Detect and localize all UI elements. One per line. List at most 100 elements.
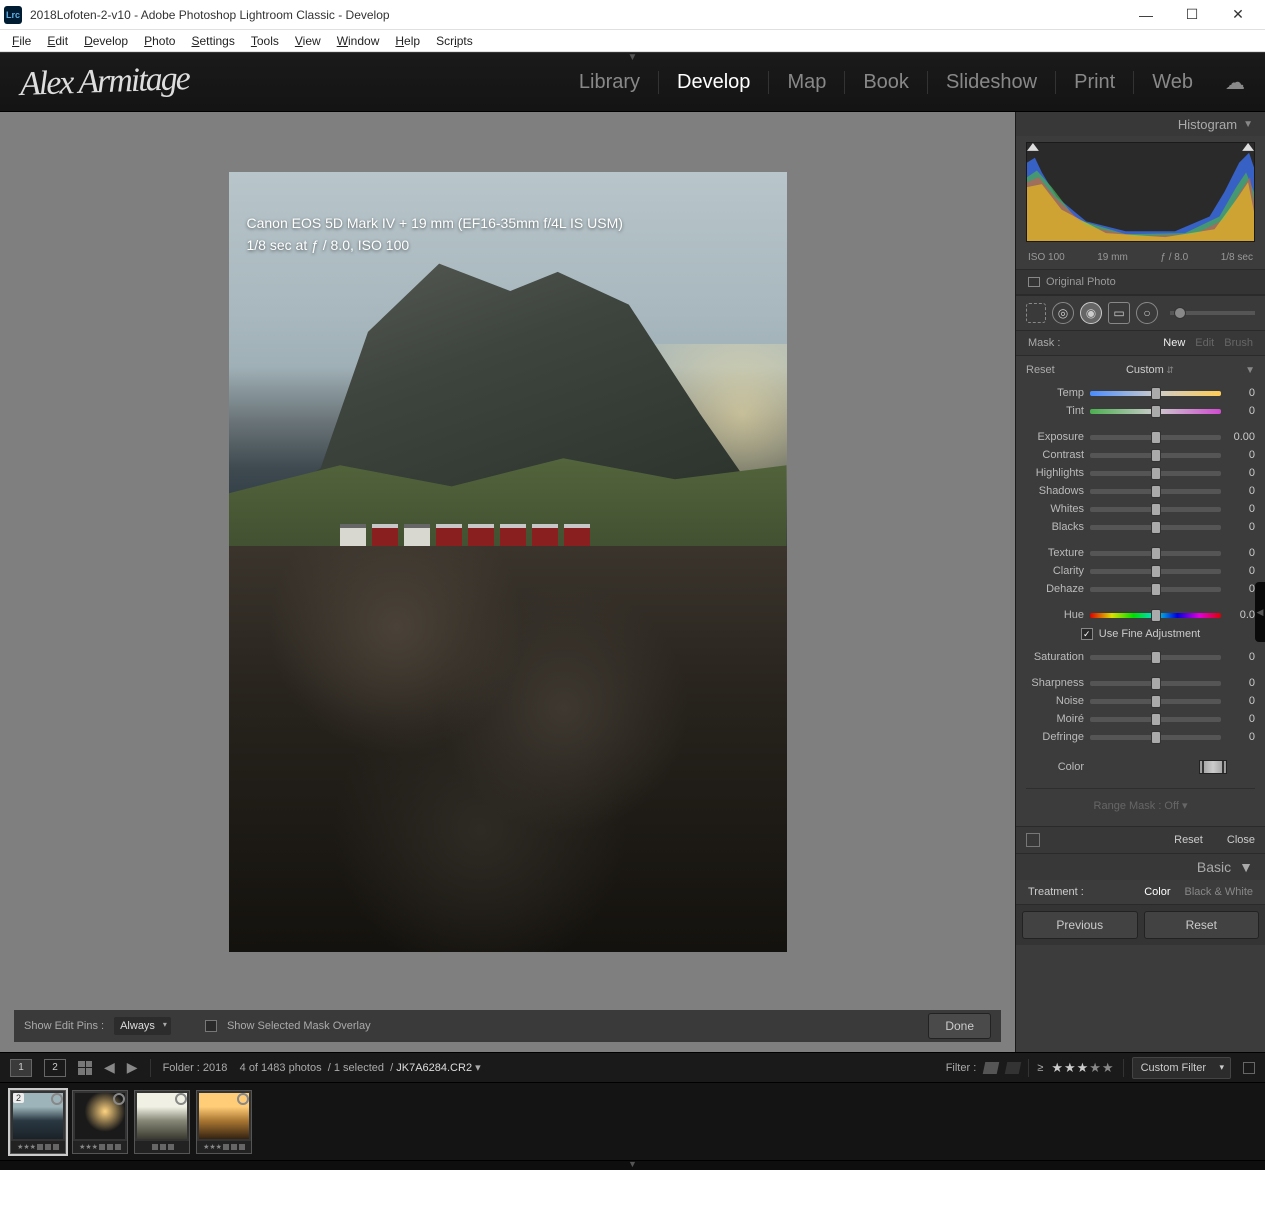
cloud-sync-icon[interactable]: ☁ bbox=[1225, 70, 1245, 95]
treatment-color-button[interactable]: Color bbox=[1144, 886, 1170, 898]
tool-amount-slider[interactable] bbox=[1170, 311, 1255, 315]
module-web[interactable]: Web bbox=[1134, 71, 1211, 94]
right-panel-collapse-icon[interactable]: ◀ bbox=[1255, 582, 1265, 642]
filmstrip-thumb[interactable]: ★★★ bbox=[72, 1090, 128, 1154]
slider-value[interactable]: 0 bbox=[1227, 387, 1255, 399]
slider-highlights[interactable]: Highlights0 bbox=[1026, 464, 1255, 482]
menu-settings[interactable]: Settings bbox=[183, 32, 242, 50]
slider-texture[interactable]: Texture0 bbox=[1026, 544, 1255, 562]
slider-value[interactable]: 0 bbox=[1227, 521, 1255, 533]
slider-track[interactable] bbox=[1090, 587, 1221, 592]
main-view-button[interactable]: 1 bbox=[10, 1059, 32, 1077]
mask-new-button[interactable]: New bbox=[1163, 337, 1185, 349]
slider-track[interactable] bbox=[1090, 717, 1221, 722]
effect-reset-label[interactable]: Reset bbox=[1026, 364, 1055, 376]
slider-saturation[interactable]: Saturation0 bbox=[1026, 648, 1255, 666]
module-book[interactable]: Book bbox=[845, 71, 928, 94]
graduated-filter-tool[interactable]: ▭ bbox=[1108, 302, 1130, 324]
histogram-header[interactable]: Histogram ▼ bbox=[1016, 112, 1265, 136]
show-edit-pins-select[interactable]: Always bbox=[114, 1017, 171, 1035]
menu-photo[interactable]: Photo bbox=[136, 32, 183, 50]
menu-edit[interactable]: Edit bbox=[39, 32, 76, 50]
menu-help[interactable]: Help bbox=[387, 32, 428, 50]
slider-track[interactable] bbox=[1090, 435, 1221, 440]
slider-exposure[interactable]: Exposure0.00 bbox=[1026, 428, 1255, 446]
menu-window[interactable]: Window bbox=[329, 32, 388, 50]
window-maximize-button[interactable]: ☐ bbox=[1169, 0, 1215, 30]
slider-shadows[interactable]: Shadows0 bbox=[1026, 482, 1255, 500]
slider-value[interactable]: 0 bbox=[1227, 713, 1255, 725]
slider-track[interactable] bbox=[1090, 681, 1221, 686]
nav-back-icon[interactable]: ◀ bbox=[104, 1059, 115, 1076]
slider-track[interactable] bbox=[1090, 699, 1221, 704]
done-button[interactable]: Done bbox=[928, 1013, 991, 1039]
menu-scripts[interactable]: Scripts bbox=[428, 32, 481, 50]
panel-reset-button[interactable]: Reset bbox=[1174, 834, 1203, 846]
slider-track[interactable] bbox=[1090, 655, 1221, 660]
slider-value[interactable]: 0 bbox=[1227, 677, 1255, 689]
slider-value[interactable]: 0 bbox=[1227, 449, 1255, 461]
slider-value[interactable]: 0 bbox=[1227, 485, 1255, 497]
slider-value[interactable]: 0 bbox=[1227, 583, 1255, 595]
slider-dehaze[interactable]: Dehaze0 bbox=[1026, 580, 1255, 598]
slider-value[interactable]: 0 bbox=[1227, 547, 1255, 559]
collapse-icon[interactable]: ▼ bbox=[1245, 365, 1255, 376]
panel-collapse-bottom[interactable] bbox=[0, 1160, 1265, 1170]
slider-track[interactable] bbox=[1090, 391, 1221, 396]
slider-clarity[interactable]: Clarity0 bbox=[1026, 562, 1255, 580]
previous-button[interactable]: Previous bbox=[1022, 911, 1138, 939]
effect-preset-select[interactable]: Custom bbox=[1118, 362, 1182, 378]
flag-reject-icon[interactable] bbox=[1005, 1062, 1022, 1074]
panel-close-button[interactable]: Close bbox=[1227, 834, 1255, 846]
filmstrip-thumb[interactable]: ★★★ bbox=[196, 1090, 252, 1154]
source-path[interactable]: Folder : 2018 4 of 1483 photos / 1 selec… bbox=[163, 1061, 481, 1074]
slider-value[interactable]: 0 bbox=[1227, 695, 1255, 707]
nav-forward-icon[interactable]: ▶ bbox=[127, 1059, 138, 1076]
window-close-button[interactable]: ✕ bbox=[1215, 0, 1261, 30]
rating-filter[interactable]: ★★★★★ bbox=[1051, 1060, 1114, 1076]
slider-tint[interactable]: Tint0 bbox=[1026, 402, 1255, 420]
module-develop[interactable]: Develop bbox=[659, 71, 769, 94]
treatment-bw-button[interactable]: Black & White bbox=[1185, 886, 1253, 898]
module-print[interactable]: Print bbox=[1056, 71, 1134, 94]
slider-track[interactable] bbox=[1090, 735, 1221, 740]
slider-track[interactable] bbox=[1090, 453, 1221, 458]
basic-panel-header[interactable]: Basic ▼ bbox=[1016, 854, 1265, 880]
slider-blacks[interactable]: Blacks0 bbox=[1026, 518, 1255, 536]
fine-adjustment-checkbox[interactable]: ✓ bbox=[1081, 628, 1093, 640]
slider-defringe[interactable]: Defringe0 bbox=[1026, 728, 1255, 746]
module-slideshow[interactable]: Slideshow bbox=[928, 71, 1056, 94]
slider-track[interactable] bbox=[1090, 525, 1221, 530]
spot-removal-tool[interactable]: ◎ bbox=[1052, 302, 1074, 324]
reset-button[interactable]: Reset bbox=[1144, 911, 1260, 939]
filmstrip-thumb[interactable] bbox=[134, 1090, 190, 1154]
original-photo-toggle[interactable]: Original Photo bbox=[1016, 269, 1265, 295]
menu-view[interactable]: View bbox=[287, 32, 329, 50]
slider-value[interactable]: 0 bbox=[1227, 565, 1255, 577]
slider-moiré[interactable]: Moiré0 bbox=[1026, 710, 1255, 728]
slider-track[interactable] bbox=[1090, 551, 1221, 556]
flag-pick-icon[interactable] bbox=[983, 1062, 1000, 1074]
menu-file[interactable]: File bbox=[4, 32, 39, 50]
panel-switch-icon[interactable] bbox=[1026, 833, 1040, 847]
grid-view-icon[interactable] bbox=[78, 1061, 92, 1075]
filter-preset-select[interactable]: Custom Filter bbox=[1132, 1057, 1231, 1079]
panel-collapse-top-icon[interactable]: ▼ bbox=[628, 52, 638, 63]
filmstrip-thumb[interactable]: 2★★★ bbox=[10, 1090, 66, 1154]
slider-contrast[interactable]: Contrast0 bbox=[1026, 446, 1255, 464]
module-map[interactable]: Map bbox=[769, 71, 845, 94]
slider-track[interactable] bbox=[1090, 471, 1221, 476]
slider-whites[interactable]: Whites0 bbox=[1026, 500, 1255, 518]
photo-preview[interactable]: Canon EOS 5D Mark IV + 19 mm (EF16-35mm … bbox=[229, 172, 787, 952]
slider-track[interactable] bbox=[1090, 507, 1221, 512]
slider-value[interactable]: 0 bbox=[1227, 467, 1255, 479]
radial-filter-tool[interactable]: ◉ bbox=[1080, 302, 1102, 324]
slider-track[interactable] bbox=[1090, 613, 1221, 618]
menu-tools[interactable]: Tools bbox=[243, 32, 287, 50]
slider-noise[interactable]: Noise0 bbox=[1026, 692, 1255, 710]
window-minimize-button[interactable]: — bbox=[1123, 0, 1169, 30]
filter-lock-toggle[interactable] bbox=[1243, 1062, 1255, 1074]
slider-track[interactable] bbox=[1090, 489, 1221, 494]
slider-track[interactable] bbox=[1090, 569, 1221, 574]
slider-sharpness[interactable]: Sharpness0 bbox=[1026, 674, 1255, 692]
